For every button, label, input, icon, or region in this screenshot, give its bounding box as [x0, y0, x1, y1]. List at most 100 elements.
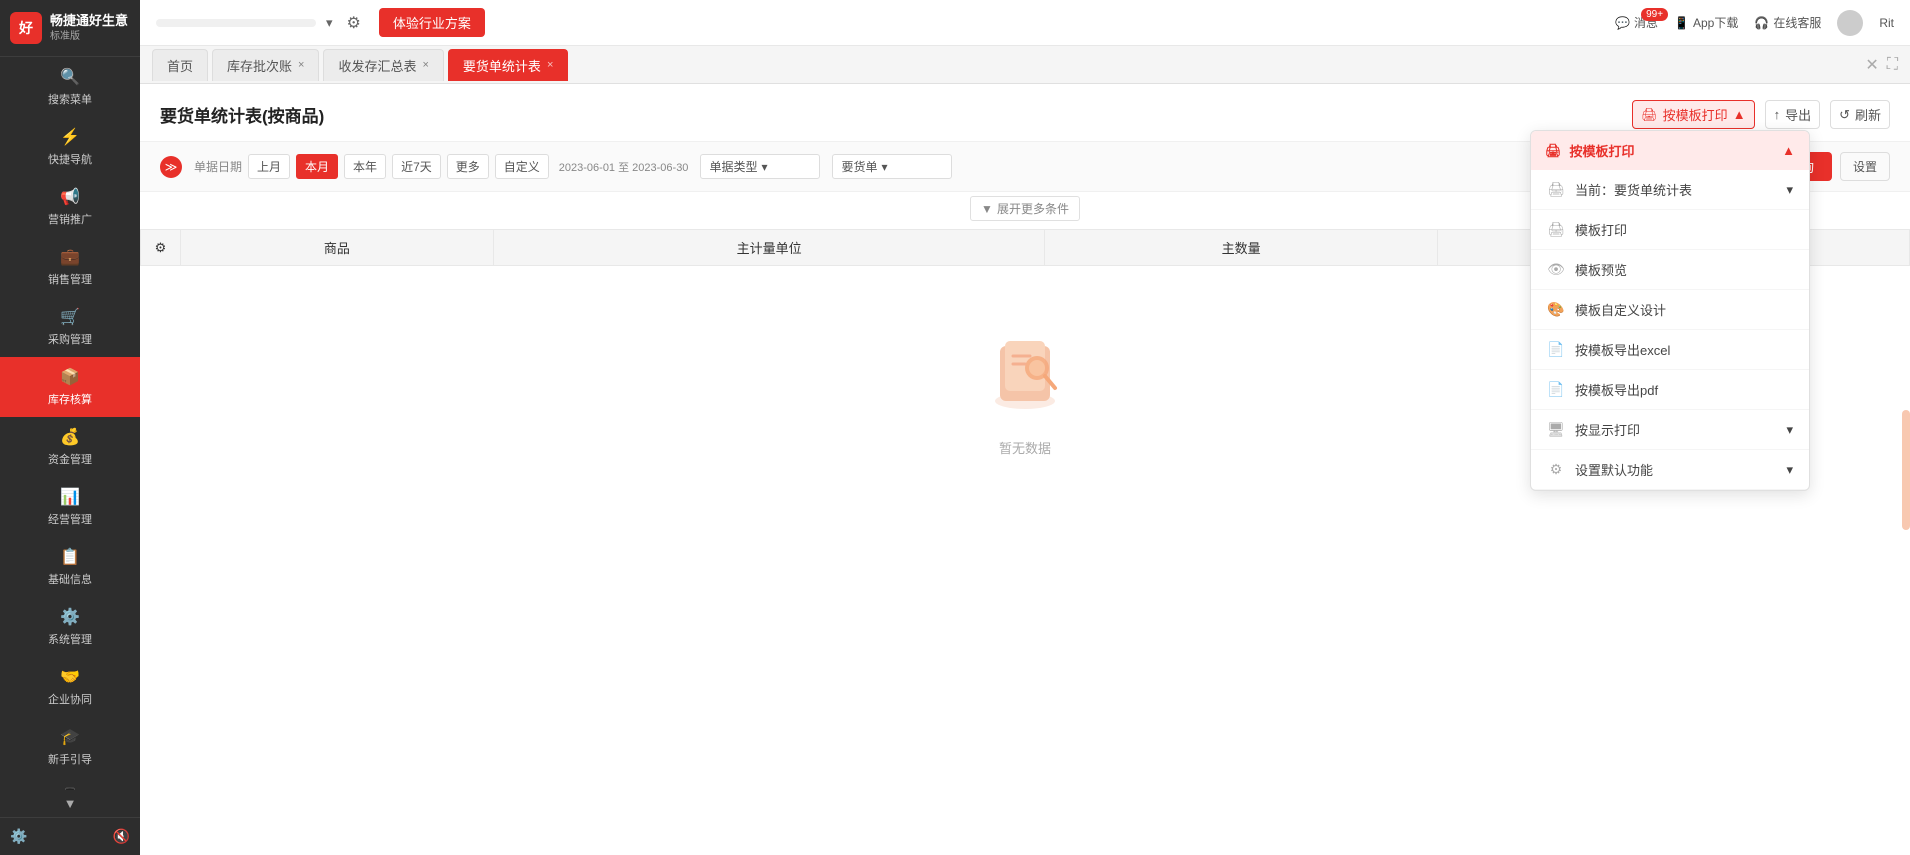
dropdown-header: 🖨 按模板打印 ▲ — [1531, 131, 1809, 170]
date-btn-this-month[interactable]: 本月 — [296, 154, 338, 179]
graduation-icon: 🎓 — [60, 727, 80, 747]
dropdown-export-excel[interactable]: 📄 按模板导出excel — [1531, 330, 1809, 370]
date-btn-this-year[interactable]: 本年 — [344, 154, 386, 179]
print-dropdown: 🖨 按模板打印 ▲ 🖨 当前：要货单统计表 ▾ 🖨 模板打印 👁 — [1530, 130, 1810, 491]
sidebar-item-basics[interactable]: 📋 基础信息 — [0, 537, 140, 597]
order-type-select[interactable]: 要货单 ▾ — [832, 154, 952, 179]
money-icon: 💰 — [60, 427, 80, 447]
phone-icon: 📱 — [60, 787, 80, 790]
export-btn[interactable]: ↑ 导出 — [1765, 100, 1821, 129]
mute-icon[interactable]: 🔇 — [113, 828, 130, 845]
sidebar-item-marketing[interactable]: 📢 营销推广 — [0, 177, 140, 237]
date-range-display: 2023-06-01 至 2023-06-30 — [559, 159, 689, 175]
page-actions: 🖨 按模板打印 ▲ ↑ 导出 ↺ 刷新 — [1632, 100, 1890, 129]
dropdown-template-design[interactable]: 🎨 模板自定义设计 — [1531, 290, 1809, 330]
tab-batch-account-label: 库存批次账 — [227, 56, 292, 75]
tab-batch-account[interactable]: 库存批次账 × — [212, 49, 319, 81]
export-excel-label: 按模板导出excel — [1575, 340, 1670, 359]
version-label: 标准版 — [50, 30, 128, 43]
empty-icon — [975, 326, 1075, 426]
sidebar-item-operations[interactable]: 📊 经营管理 — [0, 477, 140, 537]
dropdown-template-print[interactable]: 🖨 模板打印 — [1531, 210, 1809, 250]
filter-toggle-btn[interactable]: ≫ — [160, 156, 182, 178]
sidebar-item-label: 企业协同 — [48, 691, 92, 707]
refresh-btn[interactable]: ↺ 刷新 — [1830, 100, 1890, 129]
topbar-dropdown[interactable]: ▾ — [326, 15, 333, 31]
refresh-label: 刷新 — [1855, 105, 1881, 124]
date-btn-custom[interactable]: 自定义 — [495, 154, 549, 179]
set-default-icon: ⚙ — [1547, 461, 1565, 478]
dropdown-set-default[interactable]: ⚙ 设置默认功能 ▾ — [1531, 450, 1809, 490]
date-btn-last-month[interactable]: 上月 — [248, 154, 290, 179]
briefcase-icon: 💼 — [60, 247, 80, 267]
tab-order-stats[interactable]: 要货单统计表 × — [448, 49, 568, 81]
dropdown-template-preview[interactable]: 👁 模板预览 — [1531, 250, 1809, 290]
sidebar-scroll-down[interactable]: ▼ — [0, 790, 140, 817]
app-download-btn[interactable]: 📱 App下载 — [1674, 14, 1738, 31]
sidebar-item-system[interactable]: ⚙️ 系统管理 — [0, 597, 140, 657]
printer-icon: 🖨 — [1641, 107, 1658, 123]
set-default-left: ⚙ 设置默认功能 — [1547, 460, 1653, 479]
sidebar-item-sales[interactable]: 💼 销售管理 — [0, 237, 140, 297]
dropdown-close-btn[interactable]: ▲ — [1782, 143, 1795, 158]
dropdown-export-pdf[interactable]: 📄 按模板导出pdf — [1531, 370, 1809, 410]
date-btn-more[interactable]: 更多 — [447, 154, 489, 179]
message-btn[interactable]: 💬 消息 99+ — [1615, 14, 1658, 31]
sidebar-bottom: ⚙️ 🔇 — [0, 817, 140, 855]
search-icon: 🔍 — [60, 67, 80, 87]
tab-expand[interactable]: ⛶ — [1887, 55, 1898, 75]
sidebar-item-quick-nav[interactable]: ⚡ 快捷导航 — [0, 117, 140, 177]
sidebar-logo: 好 畅捷通好生意 标准版 — [0, 0, 140, 57]
display-print-chevron-icon: ▾ — [1786, 422, 1793, 438]
logo-text: 畅捷通好生意 标准版 — [50, 13, 128, 43]
order-type-chevron-icon: ▾ — [881, 160, 887, 174]
sidebar-item-purchase[interactable]: 🛒 采购管理 — [0, 297, 140, 357]
sidebar-item-label: 库存核算 — [48, 391, 92, 407]
scrollbar-right[interactable] — [1902, 410, 1910, 530]
sidebar-item-label: 系统管理 — [48, 631, 92, 647]
topbar: ▾ ⚙ 体验行业方案 💬 消息 99+ 📱 App下载 🎧 在线客服 Rit — [140, 0, 1910, 46]
date-btn-7days[interactable]: 近7天 — [392, 154, 441, 179]
sidebar-nav: 🔍 搜索菜单 ⚡ 快捷导航 📢 营销推广 💼 销售管理 🛒 采购管理 📦 库存核… — [0, 57, 140, 790]
tab-close-all[interactable]: ✕ — [1865, 55, 1878, 75]
tab-receipt-summary[interactable]: 收发存汇总表 × — [323, 49, 443, 81]
sidebar-item-guide[interactable]: 🎓 新手引导 — [0, 717, 140, 777]
avatar[interactable] — [1837, 10, 1863, 36]
tabbar: 首页 库存批次账 × 收发存汇总表 × 要货单统计表 × ✕ ⛶ — [140, 46, 1910, 84]
cart-icon: 🛒 — [60, 307, 80, 327]
th-quantity: 主数量 — [1045, 230, 1437, 266]
settings-icon[interactable]: ⚙️ — [10, 828, 27, 845]
tab-home[interactable]: 首页 — [152, 49, 208, 81]
trial-btn[interactable]: 体验行业方案 — [379, 8, 485, 37]
bill-type-label: 单据类型 — [709, 158, 757, 175]
tab-order-stats-close[interactable]: × — [547, 59, 553, 71]
dropdown-display-print[interactable]: 🖥 按显示打印 ▾ — [1531, 410, 1809, 450]
sidebar-item-inventory[interactable]: 📦 库存核算 — [0, 357, 140, 417]
sidebar: 好 畅捷通好生意 标准版 🔍 搜索菜单 ⚡ 快捷导航 📢 营销推广 💼 销售管理… — [0, 0, 140, 855]
list-icon: 📋 — [60, 547, 80, 567]
brand-name: 畅捷通好生意 — [50, 13, 128, 30]
online-service-btn[interactable]: 🎧 在线客服 — [1754, 14, 1821, 31]
tab-receipt-summary-close[interactable]: × — [422, 59, 428, 71]
tab-batch-account-close[interactable]: × — [298, 59, 304, 71]
sidebar-item-cooperation[interactable]: 🤝 企业协同 — [0, 657, 140, 717]
gear-icon: ⚙️ — [60, 607, 80, 627]
template-preview-label: 模板预览 — [1575, 260, 1627, 279]
dropdown-current-template[interactable]: 🖨 当前：要货单统计表 ▾ — [1531, 170, 1809, 210]
message-icon: 💬 — [1615, 16, 1630, 30]
expand-more-btn[interactable]: ▼ 展开更多条件 — [970, 196, 1080, 221]
sidebar-item-app-center[interactable]: 📱 应用中心 — [0, 777, 140, 790]
th-settings[interactable]: ⚙ — [141, 230, 181, 266]
bill-type-select[interactable]: 单据类型 ▾ — [700, 154, 820, 179]
bill-type-chevron-icon: ▾ — [761, 160, 767, 174]
current-template-chevron-icon: ▾ — [1786, 182, 1793, 198]
settings-btn[interactable]: 设置 — [1840, 152, 1890, 181]
template-design-icon: 🎨 — [1547, 301, 1565, 318]
print-template-btn[interactable]: 🖨 按模板打印 ▲ — [1632, 100, 1754, 129]
sidebar-item-finance[interactable]: 💰 资金管理 — [0, 417, 140, 477]
tab-receipt-summary-label: 收发存汇总表 — [338, 56, 416, 75]
sidebar-item-search[interactable]: 🔍 搜索菜单 — [0, 57, 140, 117]
topbar-settings-icon[interactable]: ⚙ — [347, 13, 361, 33]
template-preview-icon: 👁 — [1547, 261, 1565, 278]
sidebar-item-label: 采购管理 — [48, 331, 92, 347]
